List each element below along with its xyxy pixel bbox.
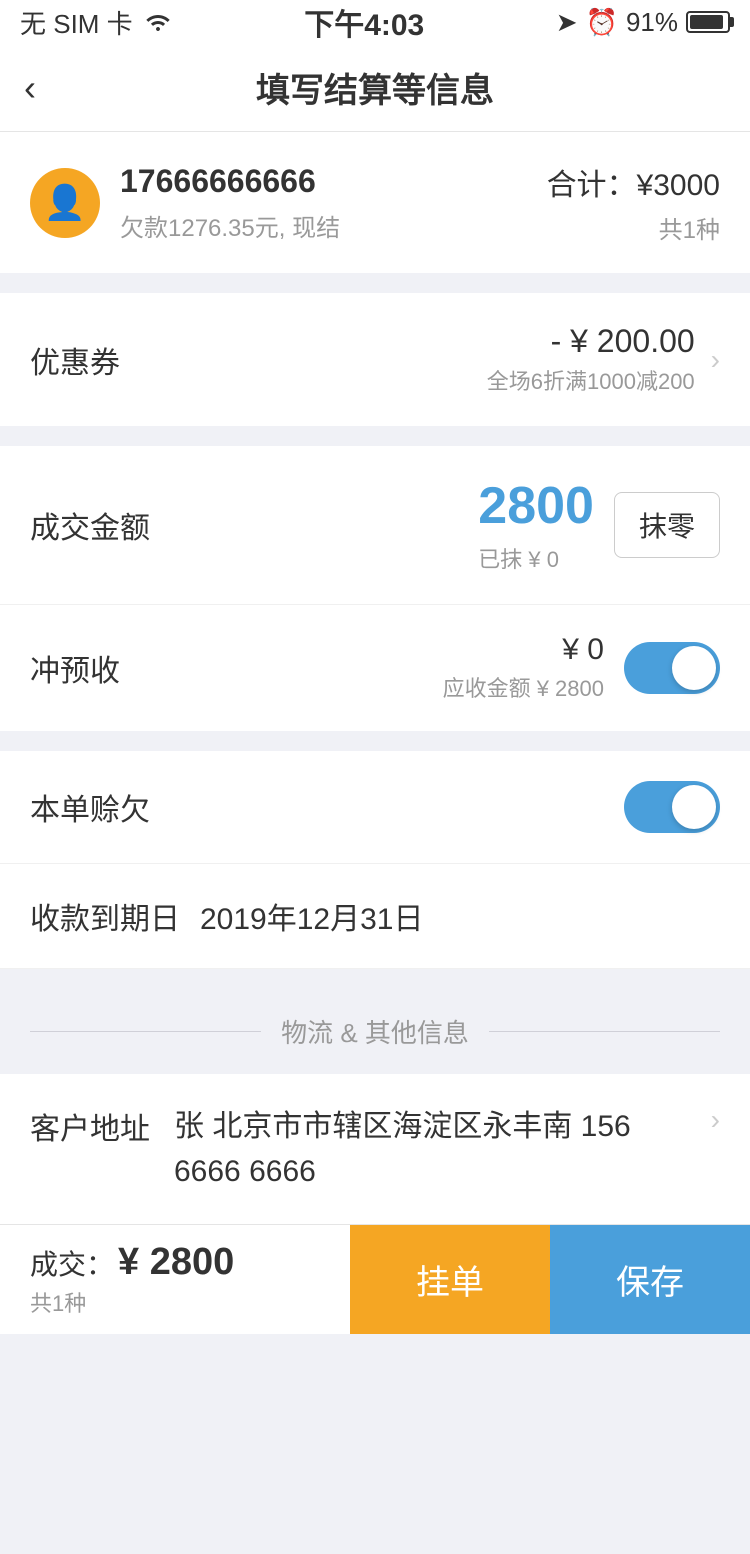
location-icon: ➤ [556,7,578,38]
precollect-label: 冲预收 [30,646,120,690]
coupon-desc: 全场6折满1000减200 [487,364,695,396]
address-row[interactable]: 客户地址 张 北京市市辖区海淀区永丰南 156 6666 6666 › [0,1074,750,1224]
coupon-row[interactable]: 优惠券 - ¥ 200.00 全场6折满1000减200 › [0,293,750,426]
chevron-right-icon: › [711,344,720,376]
total-count: 共1种 [547,210,720,245]
credit-section: 本单赊欠 收款到期日 2019年12月31日 [0,751,750,969]
customer-card: 👤 17666666666 欠款1276.35元, 现结 合计：¥3000 共1… [0,132,750,273]
bottom-amount: ¥ 2800 [118,1241,234,1284]
precollect-row: 冲预收 ¥ 0 应收金额 ¥ 2800 [0,605,750,731]
credit-toggle-knob [672,785,716,829]
credit-toggle[interactable] [624,781,720,833]
transaction-row: 成交金额 2800 已抹 ¥ 0 抹零 [0,446,750,605]
bottom-total-label: 成交： [30,1243,114,1283]
address-chevron-icon: › [711,1104,720,1136]
address-label: 客户地址 [30,1104,150,1148]
transaction-section: 成交金额 2800 已抹 ¥ 0 抹零 冲预收 ¥ 0 应收金额 ¥ 2800 [0,446,750,731]
status-left: 无 SIM 卡 [20,4,173,41]
bottom-spacer [0,1424,750,1554]
precollect-amount: ¥ 0 [443,633,604,667]
avatar: 👤 [30,168,100,238]
coupon-amount: - ¥ 200.00 [487,323,695,360]
status-time: 下午4:03 [304,0,424,44]
back-button[interactable]: ‹ [24,67,36,109]
customer-phone: 17666666666 [120,163,340,200]
address-value: 张 北京市市辖区海淀区永丰南 156 6666 6666 [174,1104,701,1194]
divider-1 [0,273,750,293]
coupon-label: 优惠券 [30,338,120,382]
title-line-right [489,1031,720,1032]
logistics-title: 物流 & 其他信息 [281,1013,469,1050]
sim-status: 无 SIM 卡 [20,4,133,41]
due-date-row: 收款到期日 2019年12月31日 [0,864,750,969]
alarm-icon: ⏰ [586,7,618,38]
title-line-left [30,1031,261,1032]
status-right: ➤ ⏰ 91% [556,7,730,38]
round-button[interactable]: 抹零 [614,492,720,558]
due-date-value: 2019年12月31日 [200,894,423,938]
wifi-icon [143,7,173,38]
transaction-sub: 已抹 ¥ 0 [478,542,594,574]
avatar-icon: 👤 [44,183,86,223]
toggle-knob [672,646,716,690]
divider-4 [0,969,750,989]
battery-percent: 91% [626,7,678,38]
page-title: 填写结算等信息 [256,63,494,112]
precollect-sub: 应收金额 ¥ 2800 [443,671,604,703]
hold-button[interactable]: 挂单 [350,1225,550,1334]
customer-debt: 欠款1276.35元, 现结 [120,208,340,243]
logistics-title-row: 物流 & 其他信息 [0,989,750,1074]
total-amount: 合计：¥3000 [547,160,720,204]
due-date-label: 收款到期日 [30,894,180,938]
save-button[interactable]: 保存 [550,1225,750,1334]
credit-row: 本单赊欠 [0,751,750,864]
bottom-count: 共1种 [30,1286,320,1318]
battery-icon [686,11,730,33]
transaction-value: 2800 [478,476,594,536]
bottom-info: 成交： ¥ 2800 共1种 [0,1225,350,1334]
nav-bar: ‹ 填写结算等信息 [0,44,750,132]
bottom-bar: 成交： ¥ 2800 共1种 挂单 保存 [0,1224,750,1334]
divider-3 [0,731,750,751]
status-bar: 无 SIM 卡 下午4:03 ➤ ⏰ 91% [0,0,750,44]
precollect-toggle[interactable] [624,642,720,694]
transaction-label: 成交金额 [30,503,150,547]
credit-label: 本单赊欠 [30,785,150,829]
coupon-section: 优惠券 - ¥ 200.00 全场6折满1000减200 › [0,293,750,426]
divider-2 [0,426,750,446]
